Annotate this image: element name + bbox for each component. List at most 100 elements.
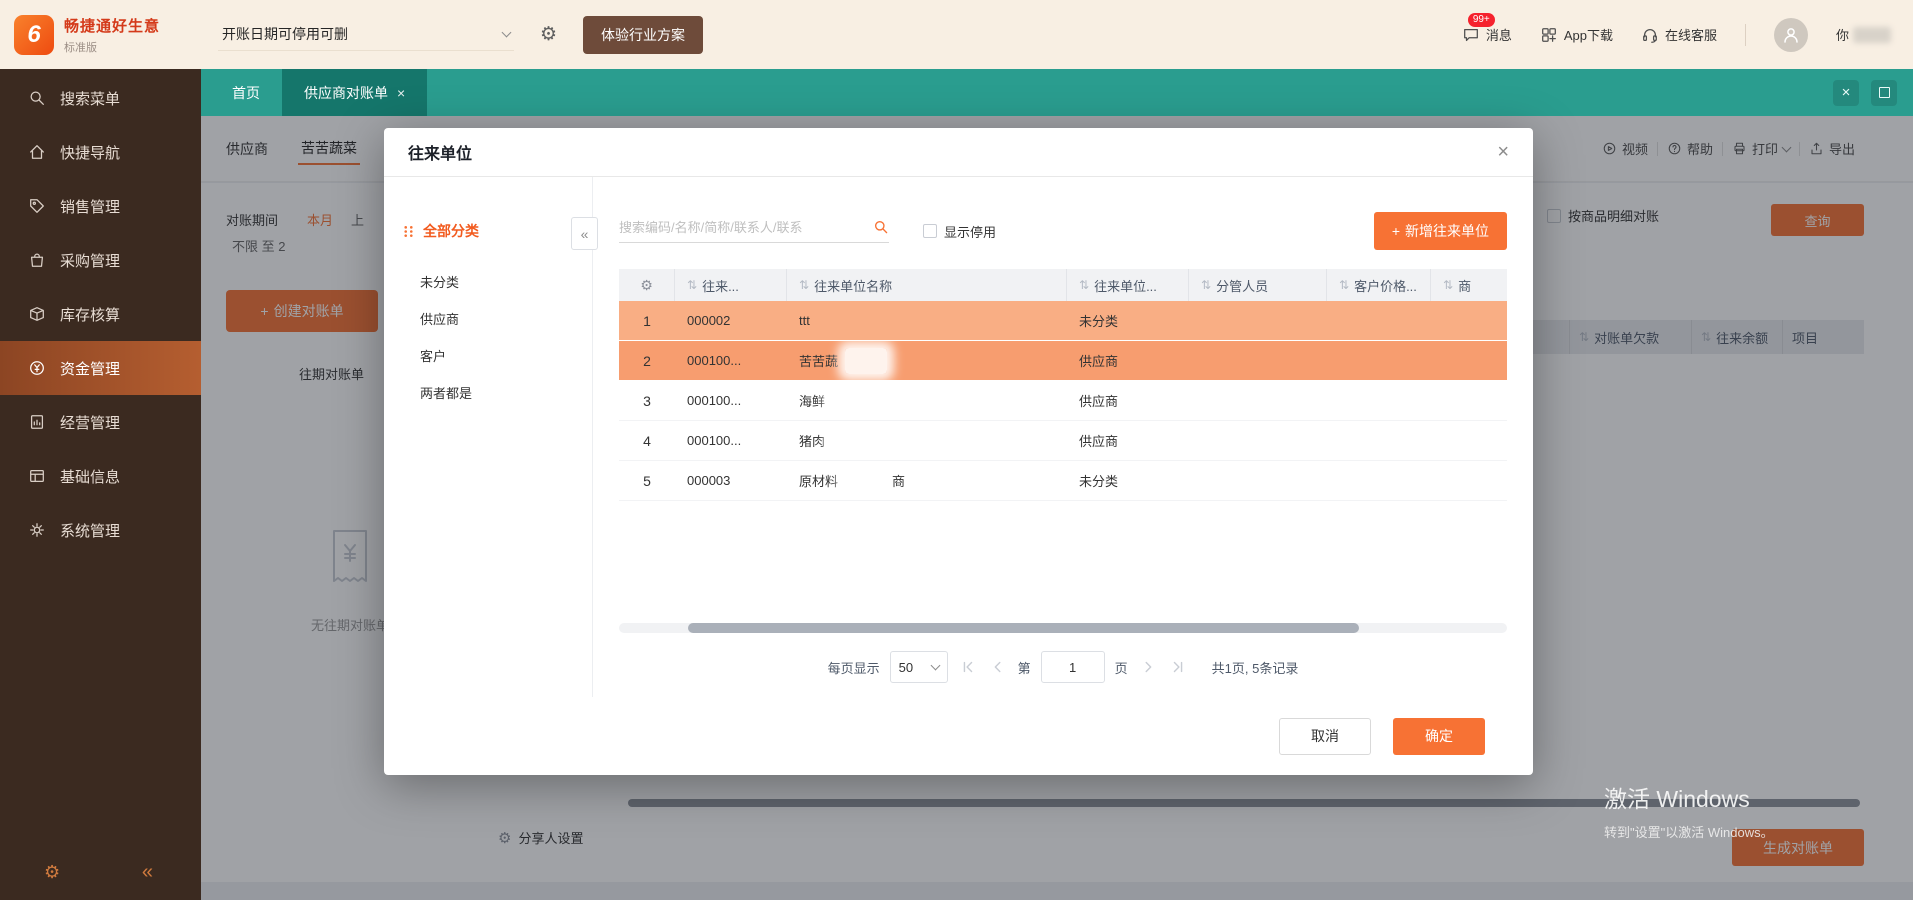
per-page-select[interactable]: 50: [889, 651, 948, 683]
cell-type: 供应商: [1079, 394, 1119, 409]
close-icon[interactable]: ×: [1497, 142, 1509, 162]
app-download-icon: [1541, 27, 1556, 42]
page-prefix-label: 第: [1017, 660, 1031, 676]
panel-collapse-button[interactable]: «: [571, 217, 598, 250]
search-field: [619, 219, 889, 243]
online-service-label: 在线客服: [1664, 28, 1717, 43]
user-greeting[interactable]: 你: [1836, 25, 1891, 44]
cell-name-text: 海鲜: [799, 394, 826, 409]
cancel-button[interactable]: 取消: [1279, 717, 1371, 755]
sort-icon: ⇅: [1079, 278, 1090, 292]
sidebar-item-label: 快捷导航: [60, 144, 121, 162]
category-item-unclassified[interactable]: 未分类: [384, 263, 592, 300]
person-icon: [1784, 27, 1798, 43]
prev-page-button[interactable]: [988, 659, 1008, 675]
gear-icon: ⚙: [640, 276, 653, 293]
first-page-button[interactable]: [958, 659, 978, 675]
table-row[interactable]: 3 000100... 海鲜 供应商: [619, 381, 1507, 421]
scrollbar-thumb[interactable]: [688, 623, 1359, 633]
sidebar-item-sales[interactable]: 销售管理: [0, 179, 201, 233]
cell-name: 海鲜: [787, 381, 1067, 420]
table-row[interactable]: 1 000002 ttt 未分类: [619, 301, 1507, 341]
sidebar-item-system[interactable]: 系统管理: [0, 503, 201, 557]
page-suffix-label: 页: [1114, 660, 1128, 676]
tab-close-icon[interactable]: ×: [397, 85, 405, 101]
sidebar-item-label: 系统管理: [60, 522, 121, 540]
column-name[interactable]: ⇅ 往来单位名称: [787, 269, 1067, 301]
category-all[interactable]: 全部分类: [384, 221, 592, 241]
gear-icon: [30, 523, 44, 537]
chevron-down-icon: [930, 660, 941, 671]
tabbar-tools: ×: [1833, 69, 1913, 116]
table-row[interactable]: 2 000100... 苦苦蔬 供应商: [619, 341, 1507, 381]
search-input[interactable]: [619, 219, 873, 235]
last-page-button[interactable]: [1168, 659, 1188, 675]
next-page-button[interactable]: [1138, 659, 1158, 675]
greeting-text: 你: [1835, 28, 1849, 43]
cell-price: [1327, 341, 1431, 380]
sidebar-item-inventory[interactable]: 库存核算: [0, 287, 201, 341]
table-row[interactable]: 5 000003 原材料 商 未分类: [619, 461, 1507, 501]
sidebar-item-purchase[interactable]: 采购管理: [0, 233, 201, 287]
messages-label: 消息: [1485, 28, 1512, 43]
cell-name: 苦苦蔬: [787, 341, 1067, 380]
sidebar-item-basic-info[interactable]: 基础信息: [0, 449, 201, 503]
category-item-customer[interactable]: 客户: [384, 337, 592, 374]
messages-button[interactable]: 99+ 消息: [1462, 13, 1512, 44]
fullscreen-icon[interactable]: [1871, 79, 1897, 106]
category-list: 未分类 供应商 客户 两者都是: [384, 263, 592, 411]
per-page-label: 每页显示: [827, 660, 880, 676]
add-counterparty-button[interactable]: + 新增往来单位: [1373, 212, 1507, 250]
column-goods[interactable]: ⇅ 商: [1431, 269, 1533, 301]
cell-manager: [1189, 461, 1327, 500]
brand-logo: 6 畅捷通好生意 标准版: [14, 14, 204, 55]
sidebar-item-label: 销售管理: [60, 198, 121, 216]
cell-name-text: 苦苦蔬: [799, 354, 839, 369]
cell-goods: [1431, 421, 1533, 460]
avatar[interactable]: [1773, 17, 1808, 52]
sort-icon: ⇅: [687, 278, 698, 292]
close-all-tabs-icon[interactable]: ×: [1833, 79, 1859, 106]
account-period-dropdown[interactable]: 开账日期可停用可删: [218, 18, 514, 51]
sidebar-settings-icon[interactable]: ⚙: [44, 862, 60, 883]
tab-label: 供应商对账单: [304, 84, 388, 101]
dialog-footer: 取消 确定: [384, 697, 1533, 775]
column-manager[interactable]: ⇅ 分管人员: [1189, 269, 1327, 301]
tab-home[interactable]: 首页: [210, 69, 282, 116]
settings-gear-icon[interactable]: ⚙: [540, 23, 557, 46]
column-settings[interactable]: ⚙: [619, 269, 675, 301]
column-price[interactable]: ⇅ 客户价格...: [1327, 269, 1431, 301]
counterparty-dialog: 往来单位 × 全部分类 未分类 供应商 客户 两者都是 « 搜索编码/名称/简称…: [384, 128, 1533, 775]
dialog-horizontal-scrollbar: [619, 623, 1507, 633]
category-all-label: 全部分类: [423, 223, 479, 239]
cell-type: 供应商: [1079, 354, 1119, 369]
topbar: 6 畅捷通好生意 标准版 开账日期可停用可删 ⚙ 体验行业方案 99+ 消息 A…: [0, 0, 1913, 69]
sidebar-item-quick-nav[interactable]: 快捷导航: [0, 125, 201, 179]
category-item-both[interactable]: 两者都是: [384, 374, 592, 411]
sidebar-item-operations[interactable]: 经营管理: [0, 395, 201, 449]
industry-solution-button[interactable]: 体验行业方案: [583, 15, 704, 54]
column-type[interactable]: ⇅ 往来单位...: [1067, 269, 1189, 301]
category-item-supplier[interactable]: 供应商: [384, 300, 592, 337]
sidebar-item-search-menu[interactable]: 搜索菜单: [0, 71, 201, 125]
add-counterparty-label: 新增往来单位: [1405, 223, 1489, 239]
app-download-button[interactable]: App下载: [1540, 25, 1613, 44]
home-icon: [30, 145, 44, 159]
watermark-line2: 转到"设置"以激活 Windows。: [1604, 825, 1774, 840]
tab-supplier-statement[interactable]: 供应商对账单 ×: [282, 69, 428, 116]
table-row[interactable]: 4 000100... 猪肉 供应商: [619, 421, 1507, 461]
column-code[interactable]: ⇅ 往来...: [675, 269, 787, 301]
online-service-button[interactable]: 在线客服: [1641, 25, 1717, 44]
show-disabled-checkbox[interactable]: 显示停用: [923, 222, 996, 241]
cell-goods: [1431, 461, 1533, 500]
confirm-button[interactable]: 确定: [1393, 717, 1485, 755]
brand-logo-icon: 6: [14, 14, 54, 55]
sidebar-collapse-icon[interactable]: «: [142, 862, 153, 882]
cell-code: 000003: [687, 473, 731, 488]
dialog-toolbar: 显示停用 + 新增往来单位: [619, 211, 1507, 251]
page-number-input[interactable]: [1040, 651, 1105, 683]
search-icon[interactable]: [873, 219, 889, 235]
sidebar-item-funds[interactable]: 资金管理: [0, 341, 201, 395]
cell-price: [1327, 461, 1431, 500]
privacy-blur: [832, 387, 875, 414]
